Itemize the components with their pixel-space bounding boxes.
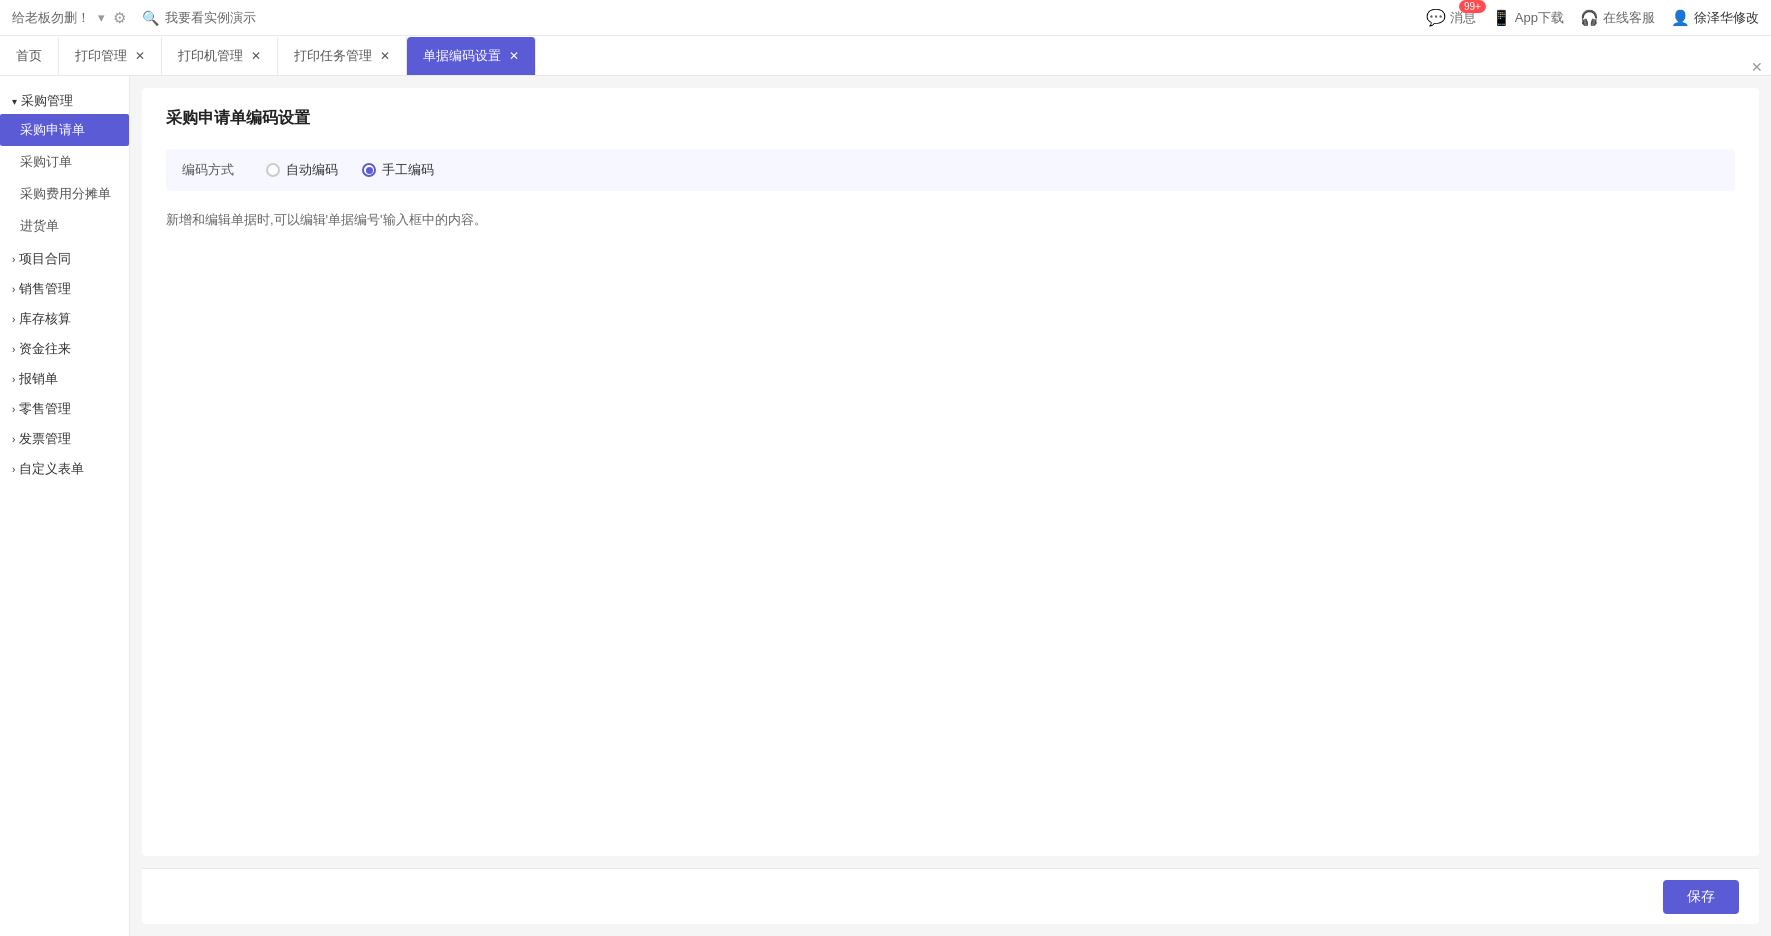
sidebar-group-sales-management-label: 销售管理: [19, 280, 71, 298]
user-profile-button[interactable]: 👤 徐泽华修改: [1671, 9, 1759, 27]
online-service-label: 在线客服: [1603, 9, 1655, 27]
tab-bar: 首页 打印管理 ✕ 打印机管理 ✕ 打印任务管理 ✕ 单据编码设置 ✕ ✕: [0, 36, 1771, 76]
sidebar-item-purchase-order[interactable]: 采购订单: [0, 146, 129, 178]
chevron-right-icon-3: ›: [12, 314, 15, 325]
sidebar-item-purchase-order-label: 采购订单: [20, 154, 72, 169]
sidebar-group-expense[interactable]: › 报销单: [0, 362, 129, 392]
app-download-label: App下载: [1515, 9, 1564, 27]
sidebar-item-purchase-cost-label: 采购费用分摊单: [20, 186, 111, 201]
content-area: 采购申请单编码设置 编码方式 自动编码 手工编码 新增和编辑单据时,可以编辑'单…: [130, 76, 1771, 936]
username: 徐泽华修改: [1694, 9, 1759, 27]
tab-print-task-management-close[interactable]: ✕: [380, 49, 390, 63]
chevron-right-icon-2: ›: [12, 284, 15, 295]
sidebar-group-finance[interactable]: › 资金往来: [0, 332, 129, 362]
tab-print-management[interactable]: 打印管理 ✕: [59, 37, 162, 75]
search-text: 我要看实例演示: [165, 9, 256, 27]
tab-print-task-management[interactable]: 打印任务管理 ✕: [278, 37, 407, 75]
close-all-tabs-button[interactable]: ✕: [1751, 59, 1763, 75]
tab-home-label: 首页: [16, 47, 42, 65]
content-inner: 采购申请单编码设置 编码方式 自动编码 手工编码 新增和编辑单据时,可以编辑'单…: [142, 88, 1759, 856]
sidebar: ▾ 采购管理 采购申请单 采购订单 采购费用分摊单 进货单 › 项目合同 › 销…: [0, 76, 130, 936]
sidebar-group-purchase-management[interactable]: ▾ 采购管理: [0, 84, 129, 114]
auto-encode-option[interactable]: 自动编码: [266, 161, 338, 179]
sidebar-item-receive-goods-label: 进货单: [20, 218, 59, 233]
message-badge: 99+: [1459, 0, 1486, 13]
chevron-right-icon-1: ›: [12, 254, 15, 265]
sidebar-group-inventory[interactable]: › 库存核算: [0, 302, 129, 332]
top-bar-left: 给老板勿删！ ▾ ⚙ 🔍 我要看实例演示: [12, 9, 256, 27]
chevron-down-icon: ▾: [12, 96, 17, 107]
app-download-button[interactable]: 📱 App下载: [1492, 9, 1564, 27]
chevron-right-icon-8: ›: [12, 464, 15, 475]
sidebar-group-invoice[interactable]: › 发票管理: [0, 422, 129, 452]
sidebar-item-purchase-request[interactable]: 采购申请单: [0, 114, 129, 146]
message-icon: 💬: [1426, 8, 1446, 27]
auto-encode-radio[interactable]: [266, 163, 280, 177]
chevron-right-icon-5: ›: [12, 374, 15, 385]
sidebar-group-invoice-label: 发票管理: [19, 430, 71, 448]
chevron-right-icon-4: ›: [12, 344, 15, 355]
page-title: 采购申请单编码设置: [166, 108, 1735, 129]
tab-printer-management[interactable]: 打印机管理 ✕: [162, 37, 278, 75]
top-bar-right: 💬 消息 99+ 📱 App下载 🎧 在线客服 👤 徐泽华修改: [1426, 8, 1759, 27]
tab-barcode-settings-close[interactable]: ✕: [509, 49, 519, 63]
tab-print-task-management-label: 打印任务管理: [294, 47, 372, 65]
settings-icon[interactable]: ⚙: [113, 9, 126, 27]
encode-method-label: 编码方式: [182, 161, 234, 179]
sidebar-group-purchase-management-label: 采购管理: [21, 92, 73, 110]
tab-printer-management-close[interactable]: ✕: [251, 49, 261, 63]
avatar-icon: 👤: [1671, 9, 1690, 27]
app-icon: 📱: [1492, 9, 1511, 27]
announcement-text: 给老板勿删！: [12, 9, 90, 27]
manual-encode-option[interactable]: 手工编码: [362, 161, 434, 179]
sidebar-group-custom-form-label: 自定义表单: [19, 460, 84, 478]
sidebar-group-project-contract-label: 项目合同: [19, 250, 71, 268]
manual-encode-radio[interactable]: [362, 163, 376, 177]
tab-print-management-close[interactable]: ✕: [135, 49, 145, 63]
headphone-icon: 🎧: [1580, 9, 1599, 27]
online-service-button[interactable]: 🎧 在线客服: [1580, 9, 1655, 27]
message-button[interactable]: 💬 消息 99+: [1426, 8, 1476, 27]
top-bar: 给老板勿删！ ▾ ⚙ 🔍 我要看实例演示 💬 消息 99+ 📱 App下载 🎧 …: [0, 0, 1771, 36]
save-button[interactable]: 保存: [1663, 880, 1739, 914]
dropdown-icon[interactable]: ▾: [98, 10, 105, 25]
sidebar-group-project-contract[interactable]: › 项目合同: [0, 242, 129, 272]
chevron-right-icon-7: ›: [12, 434, 15, 445]
content-footer: 保存: [142, 868, 1759, 924]
tab-barcode-settings-label: 单据编码设置: [423, 47, 501, 65]
sidebar-group-custom-form[interactable]: › 自定义表单: [0, 452, 129, 482]
tab-barcode-settings[interactable]: 单据编码设置 ✕: [407, 37, 536, 75]
sidebar-group-retail-label: 零售管理: [19, 400, 71, 418]
tab-home[interactable]: 首页: [0, 37, 59, 75]
search-icon: 🔍: [142, 10, 159, 26]
search-area[interactable]: 🔍 我要看实例演示: [142, 9, 256, 27]
sidebar-group-sales-management[interactable]: › 销售管理: [0, 272, 129, 302]
sidebar-item-purchase-request-label: 采购申请单: [20, 122, 85, 137]
main-layout: ▾ 采购管理 采购申请单 采购订单 采购费用分摊单 进货单 › 项目合同 › 销…: [0, 76, 1771, 936]
sidebar-group-inventory-label: 库存核算: [19, 310, 71, 328]
hint-text: 新增和编辑单据时,可以编辑'单据编号'输入框中的内容。: [166, 211, 1735, 229]
chevron-right-icon-6: ›: [12, 404, 15, 415]
tab-printer-management-label: 打印机管理: [178, 47, 243, 65]
sidebar-group-finance-label: 资金往来: [19, 340, 71, 358]
tab-print-management-label: 打印管理: [75, 47, 127, 65]
manual-encode-label: 手工编码: [382, 161, 434, 179]
encode-method-row: 编码方式 自动编码 手工编码: [166, 149, 1735, 191]
sidebar-group-expense-label: 报销单: [19, 370, 58, 388]
sidebar-item-purchase-cost[interactable]: 采购费用分摊单: [0, 178, 129, 210]
sidebar-group-retail[interactable]: › 零售管理: [0, 392, 129, 422]
auto-encode-label: 自动编码: [286, 161, 338, 179]
sidebar-item-receive-goods[interactable]: 进货单: [0, 210, 129, 242]
